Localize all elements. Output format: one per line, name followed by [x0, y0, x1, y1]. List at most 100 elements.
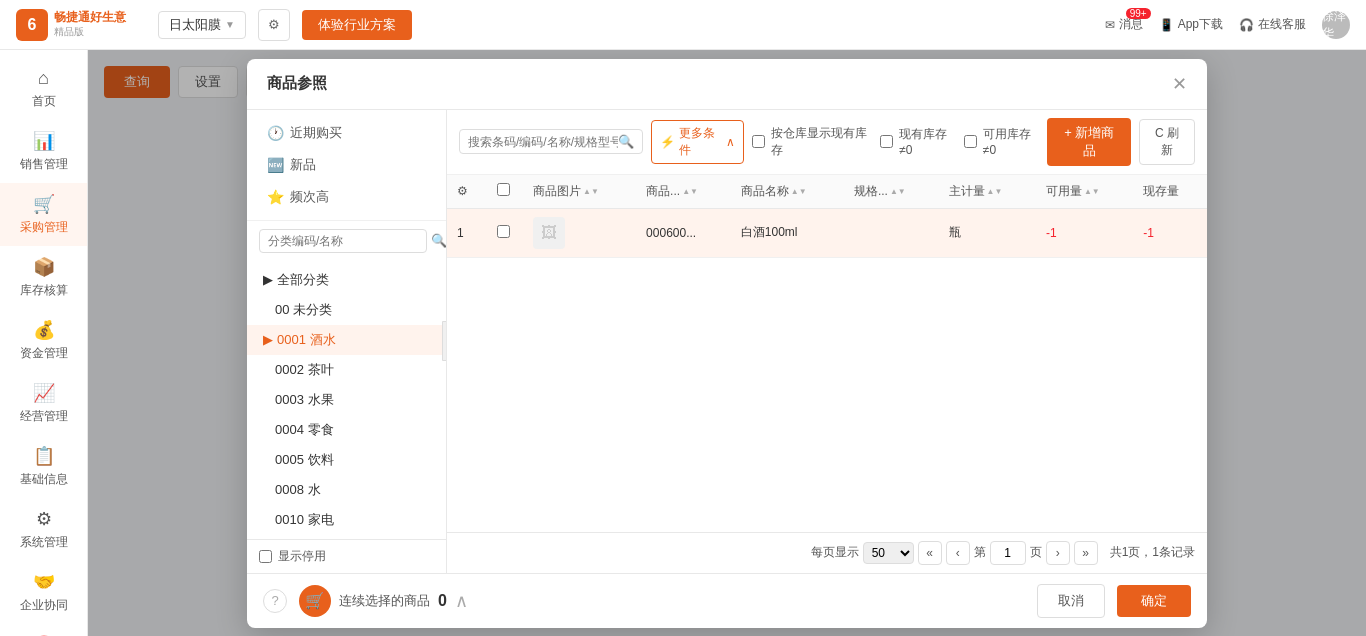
purchase-icon: 🛒	[33, 193, 55, 215]
col-available: 可用量 ▲▼	[1036, 175, 1133, 209]
sidebar-item-inventory[interactable]: 📦 库存核算	[0, 246, 87, 309]
quick-tabs: 🕐 近期购买 🆕 新品 ⭐ 频次高	[247, 110, 446, 221]
confirm-button[interactable]: 确定	[1117, 585, 1191, 617]
category-search-input[interactable]	[259, 229, 427, 253]
product-search-box: 🔍	[459, 129, 643, 154]
next-page-button[interactable]: ›	[1046, 541, 1070, 565]
sort-icon: ▲▼	[987, 187, 1003, 196]
product-name-cell: 白酒100ml	[731, 208, 844, 257]
avatar: 徐泽华	[1322, 11, 1350, 39]
recent-icon: 🕐	[267, 125, 284, 141]
sidebar-item-label: 资金管理	[20, 345, 68, 362]
sidebar-item-label: 销售管理	[20, 156, 68, 173]
sidebar-item-finance[interactable]: 💰 资金管理	[0, 309, 87, 372]
category-0005[interactable]: 0005 饮料	[247, 445, 446, 475]
category-search-icon[interactable]: 🔍	[431, 233, 447, 248]
stock-not-zero-group: 现有库存≠0	[880, 126, 956, 157]
table-row[interactable]: 1 🖼 000600... 白酒100ml	[447, 208, 1207, 257]
available-not-zero-checkbox[interactable]	[964, 135, 977, 148]
product-search-icon[interactable]: 🔍	[618, 134, 634, 149]
new-products-tab[interactable]: 🆕 新品	[259, 150, 434, 180]
page-size-select[interactable]: 50 10 20 100	[863, 542, 914, 564]
col-spec: 规格... ▲▼	[844, 175, 939, 209]
messages-nav-item[interactable]: ✉ 消息 99+	[1105, 16, 1143, 33]
more-filters-button[interactable]: ⚡ 更多条件 ∧	[651, 120, 744, 164]
sort-icon: ▲▼	[791, 187, 807, 196]
recent-purchase-tab[interactable]: 🕐 近期购买	[259, 118, 434, 148]
sort-icon: ▲▼	[1084, 187, 1100, 196]
show-disabled-checkbox[interactable]	[259, 550, 272, 563]
collapse-cart-button[interactable]: ∧	[455, 590, 468, 612]
last-page-button[interactable]: »	[1074, 541, 1098, 565]
category-0001[interactable]: ▶ 0001 酒水	[247, 325, 446, 355]
basics-icon: 📋	[33, 445, 55, 467]
col-unit: 主计量 ▲▼	[939, 175, 1036, 209]
prev-page-button[interactable]: ‹	[946, 541, 970, 565]
collapse-left-panel-button[interactable]: 《	[442, 321, 447, 361]
logo-area: 6 畅捷通好生意 精品版	[16, 9, 146, 41]
main-layout: ⌂ 首页 📊 销售管理 🛒 采购管理 📦 库存核算 💰 资金管理 📈 经营管理 …	[0, 50, 1366, 636]
stock-not-zero-checkbox[interactable]	[880, 135, 893, 148]
message-icon: ✉	[1105, 18, 1115, 32]
cart-area: 🛒 连续选择的商品 0 ∧	[299, 585, 1025, 617]
sidebar-item-enterprise[interactable]: 🤝 企业协同	[0, 561, 87, 624]
page-number-input[interactable]	[990, 541, 1026, 565]
add-product-button[interactable]: + 新增商品	[1047, 118, 1131, 166]
store-selector[interactable]: 日太阳膜 ▼	[158, 11, 246, 39]
modal-body: 🕐 近期购买 🆕 新品 ⭐ 频次高	[247, 110, 1207, 573]
modal-toolbar: 🔍 ⚡ 更多条件 ∧ 按仓库显示现有库存	[447, 110, 1207, 175]
sidebar-item-label: 库存核算	[20, 282, 68, 299]
cancel-button[interactable]: 取消	[1037, 584, 1105, 618]
sort-icon: ▲▼	[682, 187, 698, 196]
settings-col-icon[interactable]: ⚙	[457, 184, 468, 198]
warehouse-display-checkbox[interactable]	[752, 135, 765, 148]
category-00[interactable]: 00 未分类	[247, 295, 446, 325]
sidebar-item-label: 基础信息	[20, 471, 68, 488]
category-0010[interactable]: 0010 家电	[247, 505, 446, 535]
finance-icon: 💰	[33, 319, 55, 341]
category-all[interactable]: ▶ 全部分类	[247, 265, 446, 295]
category-0002[interactable]: 0002 茶叶	[247, 355, 446, 385]
top-nav: 6 畅捷通好生意 精品版 日太阳膜 ▼ ⚙ 体验行业方案 ✉ 消息 99+ 📱 …	[0, 0, 1366, 50]
sidebar-item-home[interactable]: ⌂ 首页	[0, 58, 87, 120]
chevron-down-icon: ▼	[225, 19, 235, 30]
table-header-row: ⚙ 商品图片	[447, 175, 1207, 209]
first-page-button[interactable]: «	[918, 541, 942, 565]
product-table-area: ⚙ 商品图片	[447, 175, 1207, 532]
sidebar-item-sales[interactable]: 📊 销售管理	[0, 120, 87, 183]
product-code-cell: 000600...	[636, 208, 731, 257]
product-table: ⚙ 商品图片	[447, 175, 1207, 258]
category-search-area: 🔍	[247, 221, 446, 261]
modal-close-button[interactable]: ✕	[1172, 73, 1187, 95]
system-icon: ⚙	[36, 508, 52, 530]
expand-icon: ▶	[263, 332, 273, 347]
product-search-input[interactable]	[468, 135, 618, 149]
sidebar-item-operations[interactable]: 📈 经营管理	[0, 372, 87, 435]
refresh-button[interactable]: C 刷新	[1139, 119, 1195, 165]
trial-button[interactable]: 体验行业方案	[302, 10, 412, 40]
settings-icon[interactable]: ⚙	[258, 9, 290, 41]
help-icon[interactable]: ?	[263, 589, 287, 613]
sidebar-item-label: 首页	[32, 93, 56, 110]
modal-title: 商品参照	[267, 74, 327, 93]
mobile-icon: 📱	[1159, 18, 1174, 32]
sidebar-item-system[interactable]: ⚙ 系统管理	[0, 498, 87, 561]
category-0008[interactable]: 0008 水	[247, 475, 446, 505]
sidebar-item-guide[interactable]: 🎯 新手引导	[0, 624, 87, 636]
product-stock-cell: -1	[1133, 208, 1207, 257]
user-profile-nav-item[interactable]: 徐泽华	[1322, 11, 1350, 39]
sort-icon: ▲▼	[583, 187, 599, 196]
sidebar-item-purchase[interactable]: 🛒 采购管理	[0, 183, 87, 246]
product-spec-cell	[844, 208, 939, 257]
product-reference-modal: 商品参照 ✕ 🕐 近期购买 🆕	[247, 59, 1207, 628]
category-0004[interactable]: 0004 零食	[247, 415, 446, 445]
modal-overlay: 商品参照 ✕ 🕐 近期购买 🆕	[88, 50, 1366, 636]
expand-icon: ▶	[263, 272, 273, 287]
row-checkbox[interactable]	[497, 225, 510, 238]
frequent-tab[interactable]: ⭐ 频次高	[259, 182, 434, 212]
sidebar-item-basics[interactable]: 📋 基础信息	[0, 435, 87, 498]
customer-service-nav-item[interactable]: 🎧 在线客服	[1239, 16, 1306, 33]
app-download-nav-item[interactable]: 📱 App下载	[1159, 16, 1223, 33]
category-0003[interactable]: 0003 水果	[247, 385, 446, 415]
select-all-checkbox[interactable]	[497, 183, 510, 196]
